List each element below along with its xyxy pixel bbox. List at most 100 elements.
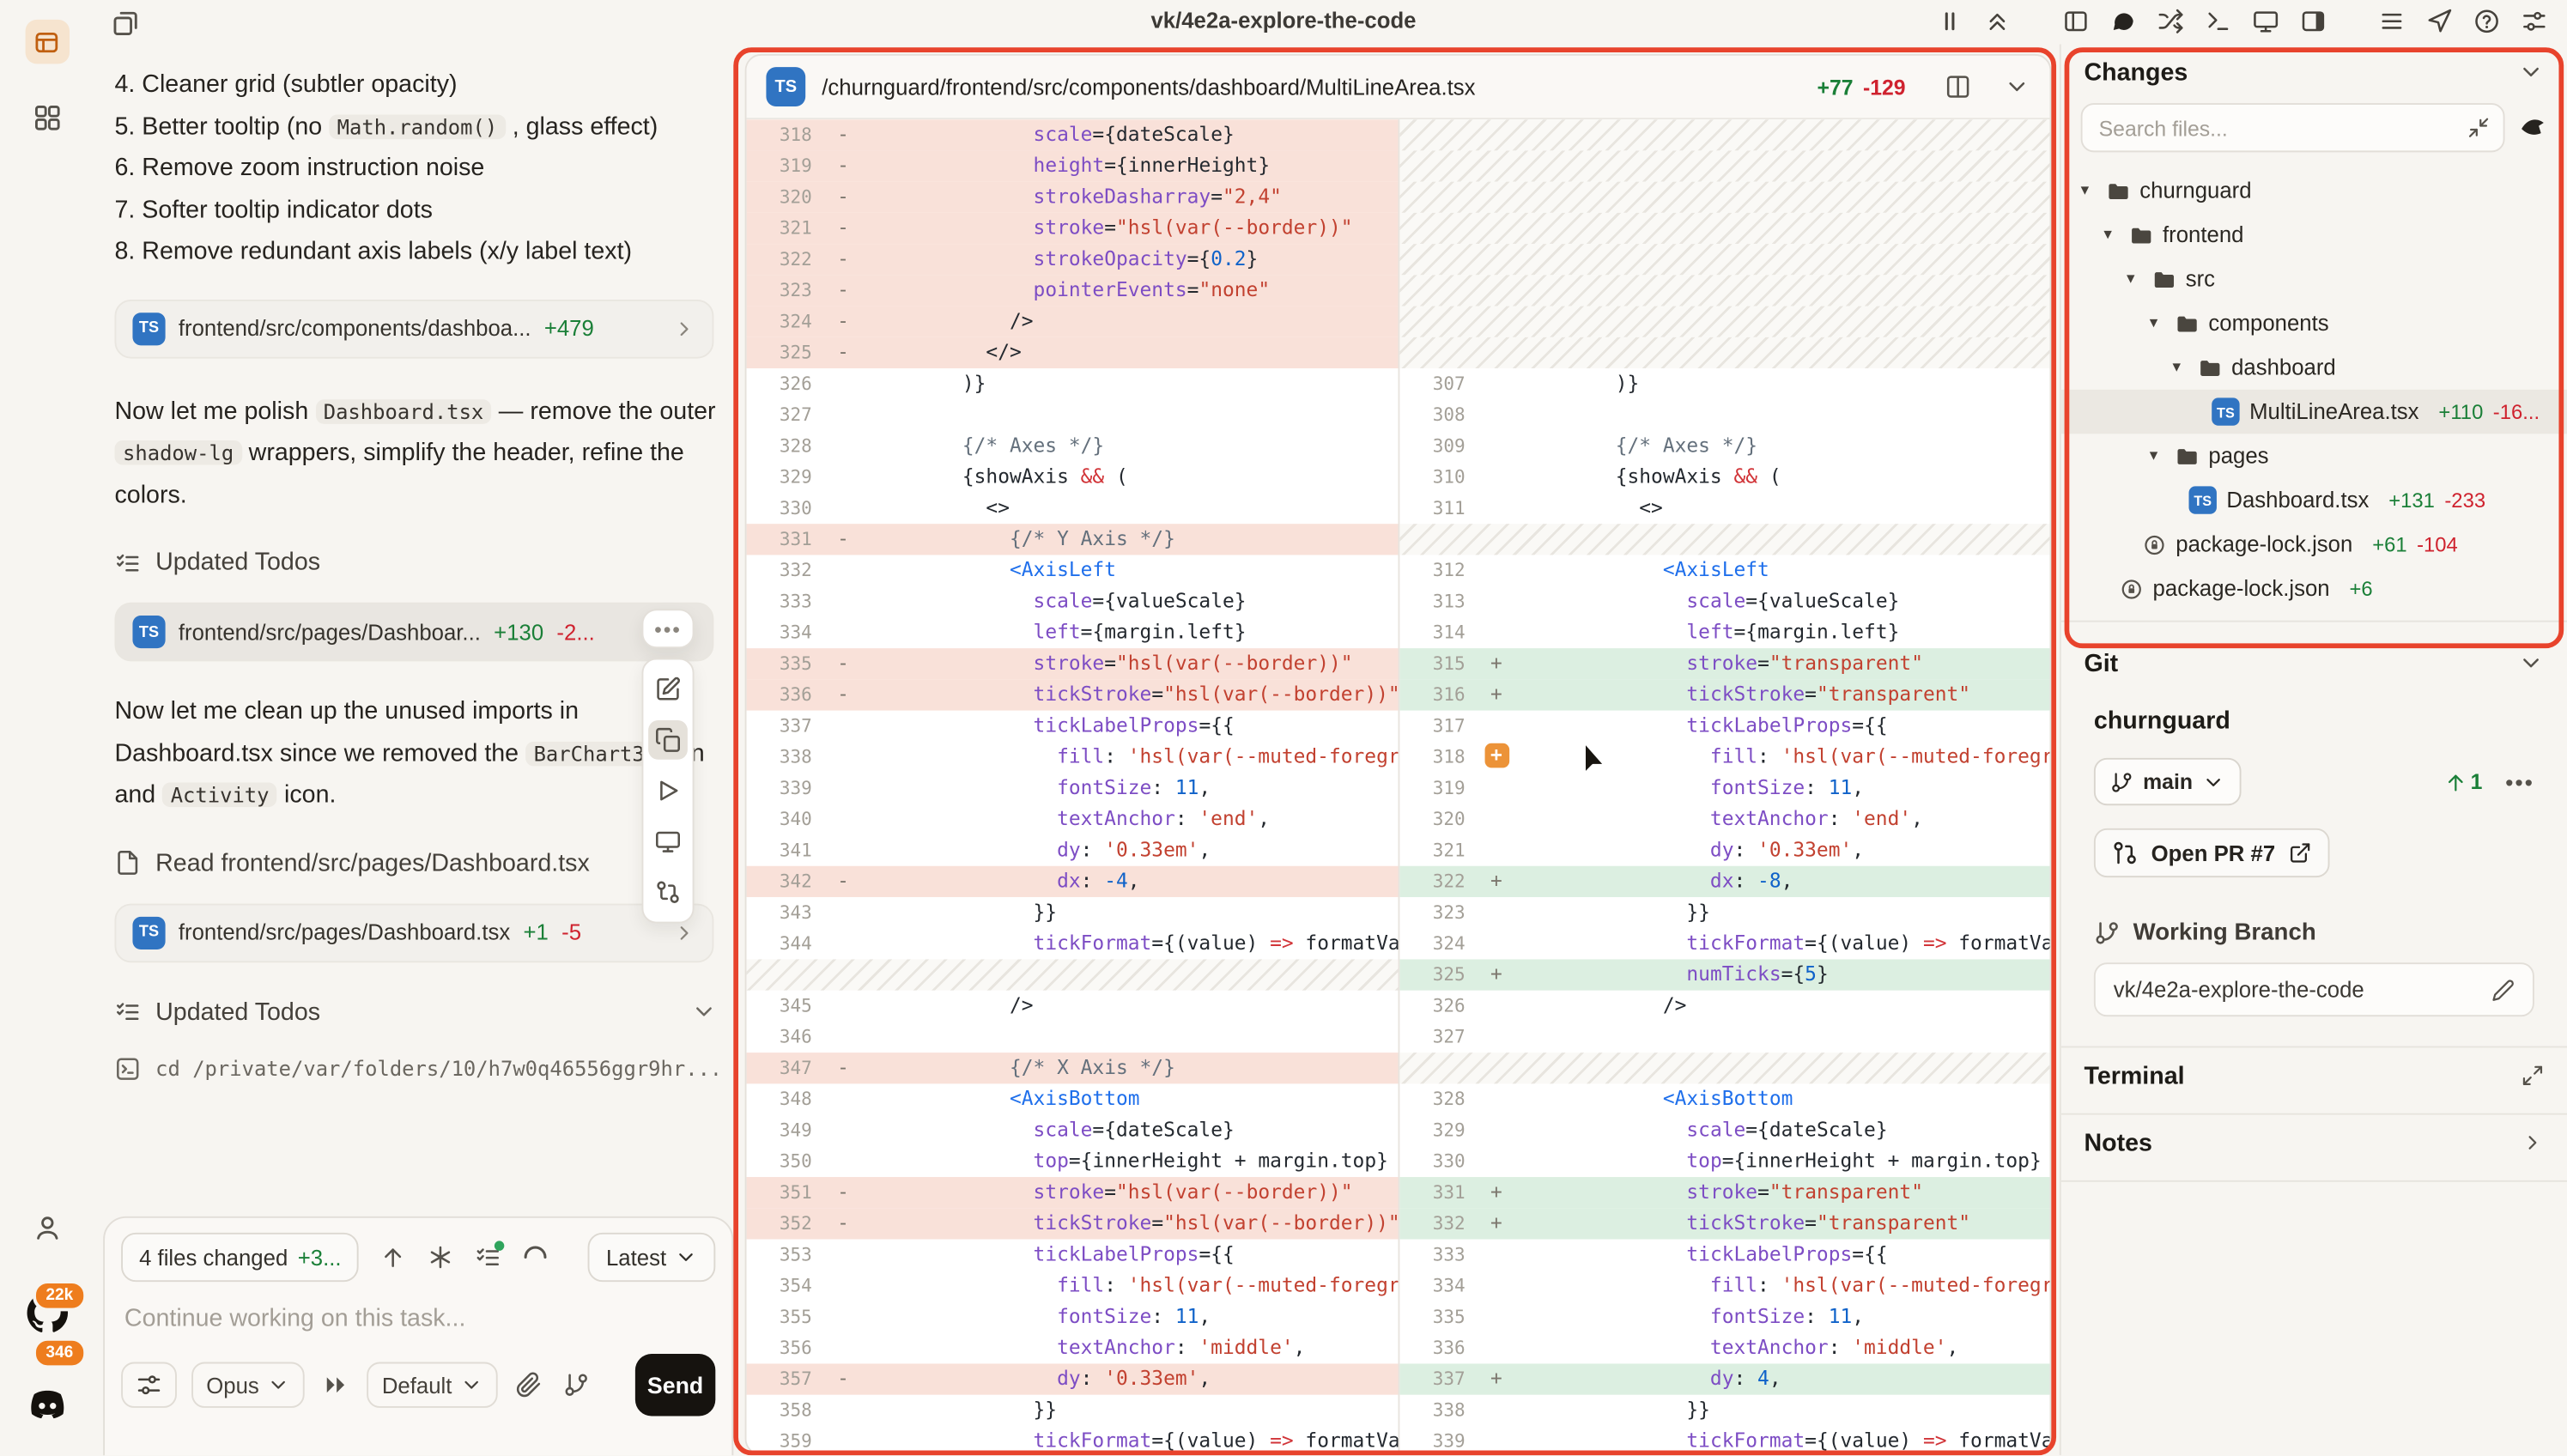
tree-folder-frontend[interactable]: ▾frontend	[2061, 213, 2567, 257]
chevron-down-icon[interactable]	[2518, 650, 2545, 676]
git-more-button[interactable]: •••	[2505, 768, 2534, 795]
collapse-tree-icon[interactable]	[2467, 116, 2491, 139]
diff-marker	[1472, 493, 1520, 524]
pencil-icon[interactable]	[2491, 978, 2515, 1001]
model-select[interactable]: Opus	[191, 1362, 305, 1408]
changes-section-header[interactable]: Changes	[2061, 44, 2567, 100]
diff-row	[1399, 337, 2051, 368]
grid-icon[interactable]	[32, 103, 61, 132]
search-input[interactable]	[2096, 114, 2457, 142]
line-number: 339	[747, 773, 819, 804]
diff-row: 316+ tickStroke="transparent"	[1399, 679, 2051, 710]
floating-toolbar: •••	[642, 609, 695, 923]
folder-icon	[2107, 179, 2130, 203]
git-compare-icon[interactable]	[648, 872, 688, 912]
tree-file-MultiLineArea.tsx[interactable]: TSMultiLineArea.tsx+110-16...	[2061, 390, 2567, 434]
chevron-down-icon[interactable]	[691, 998, 718, 1025]
diff-marker: -	[818, 866, 867, 897]
added-stat: +130	[494, 620, 543, 645]
open-pr-button[interactable]: Open PR #7	[2094, 828, 2329, 877]
code-line: <AxisBottom	[868, 1083, 1399, 1114]
file-chip-pages-dashboard-2[interactable]: TS frontend/src/pages/Dashboard.tsx +1 -…	[114, 903, 713, 962]
copy-icon[interactable]	[648, 720, 688, 760]
file-chip-components-dashboard[interactable]: TS frontend/src/components/dashboa... +4…	[114, 299, 713, 358]
tree-item-label: src	[2186, 267, 2215, 292]
updated-todos-row[interactable]: Updated Todos	[114, 549, 717, 576]
mascot-icon[interactable]	[2518, 113, 2547, 143]
panel-right-icon[interactable]	[2300, 9, 2327, 35]
spark-icon[interactable]	[428, 1244, 455, 1271]
chevron-down-icon[interactable]	[2004, 74, 2030, 100]
panel-left-icon[interactable]	[2063, 9, 2090, 35]
preset-select[interactable]: Default	[367, 1362, 498, 1408]
notes-section-header[interactable]: Notes	[2061, 1115, 2567, 1171]
line-number: 346	[747, 1022, 819, 1053]
line-number: 333	[1399, 1240, 1472, 1271]
chevron-right-icon[interactable]	[2521, 1131, 2545, 1155]
split-view-icon[interactable]	[1945, 74, 1971, 100]
tree-folder-churnguard[interactable]: ▾churnguard	[2061, 168, 2567, 212]
terminal-icon[interactable]	[2206, 9, 2232, 35]
diff-marker: +	[1472, 742, 1520, 773]
read-file-row[interactable]: Read frontend/src/pages/Dashboard.tsx	[114, 849, 717, 877]
terminal-command-row[interactable]: cd /private/var/folders/10/h7w0q46556ggr…	[114, 1055, 717, 1082]
chat-bubble-icon[interactable]	[2110, 9, 2137, 35]
code-line: height={innerHeight}	[868, 150, 1399, 181]
line-number: 331	[747, 524, 819, 555]
help-icon[interactable]	[2473, 9, 2500, 35]
shuffle-icon[interactable]	[2157, 9, 2184, 35]
arrow-up-icon[interactable]	[380, 1244, 407, 1271]
edit-icon[interactable]	[648, 670, 688, 709]
todos-status-icon[interactable]	[476, 1244, 502, 1271]
user-icon[interactable]	[32, 1213, 61, 1242]
pointer-icon[interactable]	[2426, 9, 2453, 35]
attach-button[interactable]	[513, 1372, 545, 1398]
file-chip-pages-dashboard[interactable]: TS frontend/src/pages/Dashboar... +130 -…	[114, 603, 713, 662]
fast-forward-button[interactable]	[319, 1362, 352, 1408]
diff-marker	[1472, 586, 1520, 617]
line-number: 319	[1399, 773, 1472, 804]
diff-marker	[1472, 804, 1520, 834]
chevron-down-icon[interactable]	[2518, 59, 2545, 86]
line-number: 313	[1399, 586, 1472, 617]
files-changed-pill[interactable]: 4 files changed +3...	[121, 1233, 359, 1282]
play-icon[interactable]	[648, 771, 688, 810]
branch-select[interactable]: main	[2094, 758, 2242, 805]
git-section-header[interactable]: Git	[2061, 635, 2567, 691]
discord-icon[interactable]	[25, 1383, 69, 1427]
tree-file-package-lock.json[interactable]: package-lock.json+61-104	[2061, 522, 2567, 566]
expand-icon[interactable]	[2521, 1064, 2545, 1087]
diff-marker	[1472, 1083, 1520, 1114]
diff-row	[1399, 213, 2051, 244]
tree-file-Dashboard.tsx[interactable]: TSDashboard.tsx+131-233	[2061, 478, 2567, 522]
add-comment-button[interactable]: +	[1484, 743, 1509, 768]
terminal-section-header[interactable]: Terminal	[2061, 1047, 2567, 1103]
collapse-up-icon[interactable]	[1984, 9, 2011, 35]
latest-select[interactable]: Latest	[588, 1233, 715, 1282]
git-branch-button[interactable]	[560, 1372, 592, 1398]
line-number: 311	[1399, 493, 1472, 524]
more-options-button[interactable]: •••	[642, 609, 695, 648]
tree-folder-components[interactable]: ▾components	[2061, 301, 2567, 345]
tree-folder-dashboard[interactable]: ▾dashboard	[2061, 345, 2567, 389]
caret-down-icon: ▾	[2127, 270, 2143, 288]
send-button[interactable]: Send	[635, 1354, 715, 1416]
code-line: fontSize: 11,	[1521, 773, 2052, 804]
monitor-icon[interactable]	[2253, 9, 2279, 35]
commits-ahead[interactable]: 1	[2444, 769, 2482, 794]
tune-button[interactable]	[121, 1362, 177, 1408]
tree-folder-pages[interactable]: ▾pages	[2061, 434, 2567, 477]
settings-icon[interactable]	[2521, 9, 2548, 35]
tree-file-package-lock.json[interactable]: package-lock.json+6	[2061, 567, 2567, 610]
working-branch-field[interactable]: vk/4e2a-explore-the-code	[2094, 962, 2534, 1016]
code-line: tickFormat={(value) => formatValue(value…	[868, 928, 1399, 959]
search-box[interactable]	[2081, 103, 2505, 152]
chat-input[interactable]	[121, 1303, 701, 1334]
monitor-icon[interactable]	[648, 822, 688, 861]
workspace-icon[interactable]	[25, 20, 69, 64]
menu-icon[interactable]	[2379, 9, 2406, 35]
updated-todos-row-2[interactable]: Updated Todos	[114, 998, 717, 1025]
pause-icon[interactable]	[1937, 9, 1963, 35]
tree-folder-src[interactable]: ▾ src	[2061, 257, 2567, 300]
diff-row	[1399, 524, 2051, 555]
